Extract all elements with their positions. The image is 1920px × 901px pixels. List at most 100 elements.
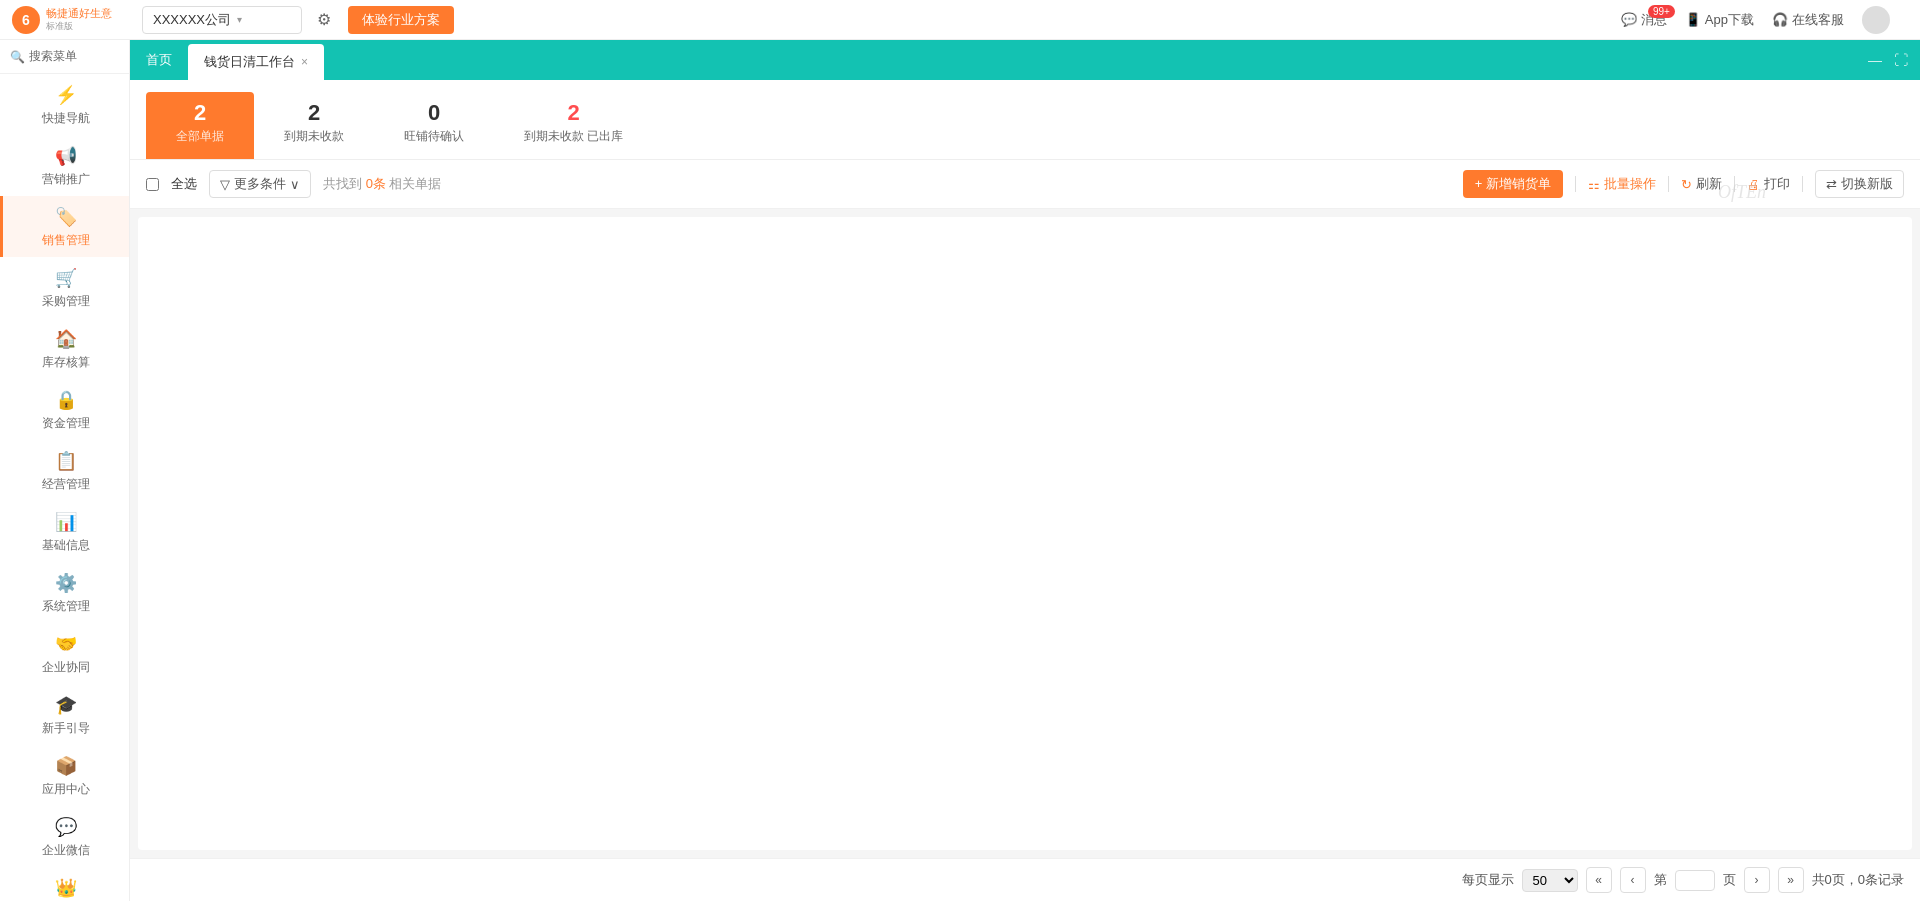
last-page-btn[interactable]: » xyxy=(1778,867,1804,893)
sidebar-item-quick-nav[interactable]: ⚡ 快捷导航 xyxy=(0,74,129,135)
stats-tabs: 2 全部单据 2 到期未收款 0 旺铺待确认 2 到期未收款 已出库 xyxy=(146,92,1904,159)
page-input[interactable]: 1 xyxy=(1675,870,1715,891)
message-btn[interactable]: 💬 消息 99+ xyxy=(1621,11,1667,29)
app-download-btn[interactable]: 📱 App下载 xyxy=(1685,11,1754,29)
page-label-2: 页 xyxy=(1723,871,1736,889)
refresh-button[interactable]: ↻ 刷新 xyxy=(1681,175,1722,193)
print-button[interactable]: 🖨 打印 xyxy=(1747,175,1790,193)
batch-label: 批量操作 xyxy=(1604,175,1656,193)
sidebar-item-basic-info[interactable]: 📊 基础信息 xyxy=(0,501,129,562)
tab-active[interactable]: 钱货日清工作台 × xyxy=(188,44,324,80)
content-area: 首页 钱货日清工作台 × — ⛶ 2 全部单据 2 xyxy=(130,40,1920,901)
avatar[interactable] xyxy=(1862,6,1890,34)
tab-close-icon[interactable]: × xyxy=(301,55,308,69)
sidebar-item-operations[interactable]: 📋 经营管理 xyxy=(0,440,129,501)
clipboard-icon: 📋 xyxy=(55,450,77,472)
box-icon: 📦 xyxy=(55,755,77,777)
stat-label-overdue-shipped: 到期未收款 已出库 xyxy=(524,128,623,145)
stat-label-pending: 旺铺待确认 xyxy=(404,128,464,145)
switch-icon: ⇄ xyxy=(1826,177,1837,192)
company-selector[interactable]: XXXXXX公司 ▾ xyxy=(142,6,302,34)
app-download-icon: 📱 xyxy=(1685,12,1701,27)
sidebar-item-label: 销售管理 xyxy=(42,232,90,249)
stat-num-all: 2 xyxy=(194,100,206,126)
sidebar-item-label: 企业协同 xyxy=(42,659,90,676)
page-content: 2 全部单据 2 到期未收款 0 旺铺待确认 2 到期未收款 已出库 xyxy=(130,80,1920,901)
sidebar-item-member[interactable]: 👑 畅会员 xyxy=(0,867,129,901)
minimize-icon[interactable]: — xyxy=(1864,48,1886,72)
filter-label: 更多条件 xyxy=(234,175,286,193)
chart-icon: 📊 xyxy=(55,511,77,533)
search-icon: 🔍 xyxy=(10,50,25,64)
stat-label-overdue: 到期未收款 xyxy=(284,128,344,145)
cart-icon: 🛒 xyxy=(55,267,77,289)
sidebar-item-label: 应用中心 xyxy=(42,781,90,798)
next-page-btn[interactable]: › xyxy=(1744,867,1770,893)
sidebar-item-label: 经营管理 xyxy=(42,476,90,493)
headset-icon: 🎧 xyxy=(1772,12,1788,27)
stat-num-overdue-shipped: 2 xyxy=(568,100,580,126)
megaphone-icon: 📢 xyxy=(55,145,77,167)
add-sale-button[interactable]: + 新增销货单 xyxy=(1463,170,1563,198)
empty-placeholder xyxy=(138,217,1912,850)
sidebar-item-label: 营销推广 xyxy=(42,171,90,188)
logo-sub: 标准版 xyxy=(46,20,112,33)
stat-tab-pending[interactable]: 0 旺铺待确认 xyxy=(374,92,494,159)
switch-label: 切换新版 xyxy=(1841,175,1893,193)
print-label: 打印 xyxy=(1764,175,1790,193)
handshake-icon: 🤝 xyxy=(55,633,77,655)
sidebar-item-app-center[interactable]: 📦 应用中心 xyxy=(0,745,129,806)
tab-bar: 首页 钱货日清工作台 × — ⛶ xyxy=(130,40,1920,80)
tab-home[interactable]: 首页 xyxy=(130,40,188,80)
refresh-icon: ↻ xyxy=(1681,177,1692,192)
app-download-label: App下载 xyxy=(1705,11,1754,29)
tab-bar-actions: — ⛶ xyxy=(1864,48,1920,72)
per-page-select[interactable]: 50 10 20 100 xyxy=(1522,869,1578,892)
stat-tab-all[interactable]: 2 全部单据 xyxy=(146,92,254,159)
online-service-btn[interactable]: 🎧 在线客服 xyxy=(1772,11,1844,29)
stat-tab-overdue-shipped[interactable]: 2 到期未收款 已出库 xyxy=(494,92,653,159)
sidebar-item-guide[interactable]: 🎓 新手引导 xyxy=(0,684,129,745)
chevron-icon: ∨ xyxy=(290,177,300,192)
found-text: 共找到 0条 相关单据 xyxy=(323,175,441,193)
sidebar-item-enterprise[interactable]: 🤝 企业协同 xyxy=(0,623,129,684)
settings-icon[interactable]: ⚙ xyxy=(310,6,338,34)
sidebar-item-purchase[interactable]: 🛒 采购管理 xyxy=(0,257,129,318)
batch-operation-button[interactable]: ⚏ 批量操作 xyxy=(1588,175,1656,193)
sidebar-item-sales[interactable]: 🏷️ 销售管理 xyxy=(0,196,129,257)
toolbar-right: + 新增销货单 ⚏ 批量操作 ↻ 刷新 🖨 打印 xyxy=(1463,170,1904,198)
sidebar: 🔍 搜索菜单 ⚡ 快捷导航 📢 营销推广 🏷️ 销售管理 🛒 采购管理 🏠 库存… xyxy=(0,40,130,901)
filter-icon: ▽ xyxy=(220,177,230,192)
toolbar: 全选 ▽ 更多条件 ∨ 共找到 0条 相关单据 + 新增销货单 ⚏ 批量操作 xyxy=(130,160,1920,209)
sidebar-search[interactable]: 🔍 搜索菜单 xyxy=(0,40,129,74)
select-all-checkbox[interactable] xyxy=(146,178,159,191)
sidebar-item-label: 系统管理 xyxy=(42,598,90,615)
top-bar-right: 💬 消息 99+ 📱 App下载 🎧 在线客服 xyxy=(1621,6,1908,34)
logo-area: 6 畅捷通好生意 标准版 xyxy=(12,6,142,34)
select-all-label: 全选 xyxy=(171,175,197,193)
sidebar-item-label: 企业微信 xyxy=(42,842,90,859)
table-area xyxy=(138,217,1912,850)
sidebar-item-weixin[interactable]: 💬 企业微信 xyxy=(0,806,129,867)
print-icon: 🖨 xyxy=(1747,177,1760,192)
prev-page-btn[interactable]: ‹ xyxy=(1620,867,1646,893)
sidebar-item-marketing[interactable]: 📢 营销推广 xyxy=(0,135,129,196)
sidebar-item-system[interactable]: ⚙️ 系统管理 xyxy=(0,562,129,623)
switch-version-button[interactable]: ⇄ 切换新版 xyxy=(1815,170,1904,198)
lock-icon: 🔒 xyxy=(55,389,77,411)
filter-button[interactable]: ▽ 更多条件 ∨ xyxy=(209,170,311,198)
refresh-label: 刷新 xyxy=(1696,175,1722,193)
crown-icon: 👑 xyxy=(55,877,77,899)
sidebar-item-finance[interactable]: 🔒 资金管理 xyxy=(0,379,129,440)
sidebar-item-label: 采购管理 xyxy=(42,293,90,310)
trial-button[interactable]: 体验行业方案 xyxy=(348,6,454,34)
per-page-label: 每页显示 xyxy=(1462,871,1514,889)
first-page-btn[interactable]: « xyxy=(1586,867,1612,893)
stat-tab-overdue[interactable]: 2 到期未收款 xyxy=(254,92,374,159)
page-label: 第 xyxy=(1654,871,1667,889)
total-info: 共0页，0条记录 xyxy=(1812,871,1904,889)
maximize-icon[interactable]: ⛶ xyxy=(1890,48,1912,72)
sidebar-item-inventory[interactable]: 🏠 库存核算 xyxy=(0,318,129,379)
online-service-label: 在线客服 xyxy=(1792,11,1844,29)
logo-icon: 6 xyxy=(12,6,40,34)
